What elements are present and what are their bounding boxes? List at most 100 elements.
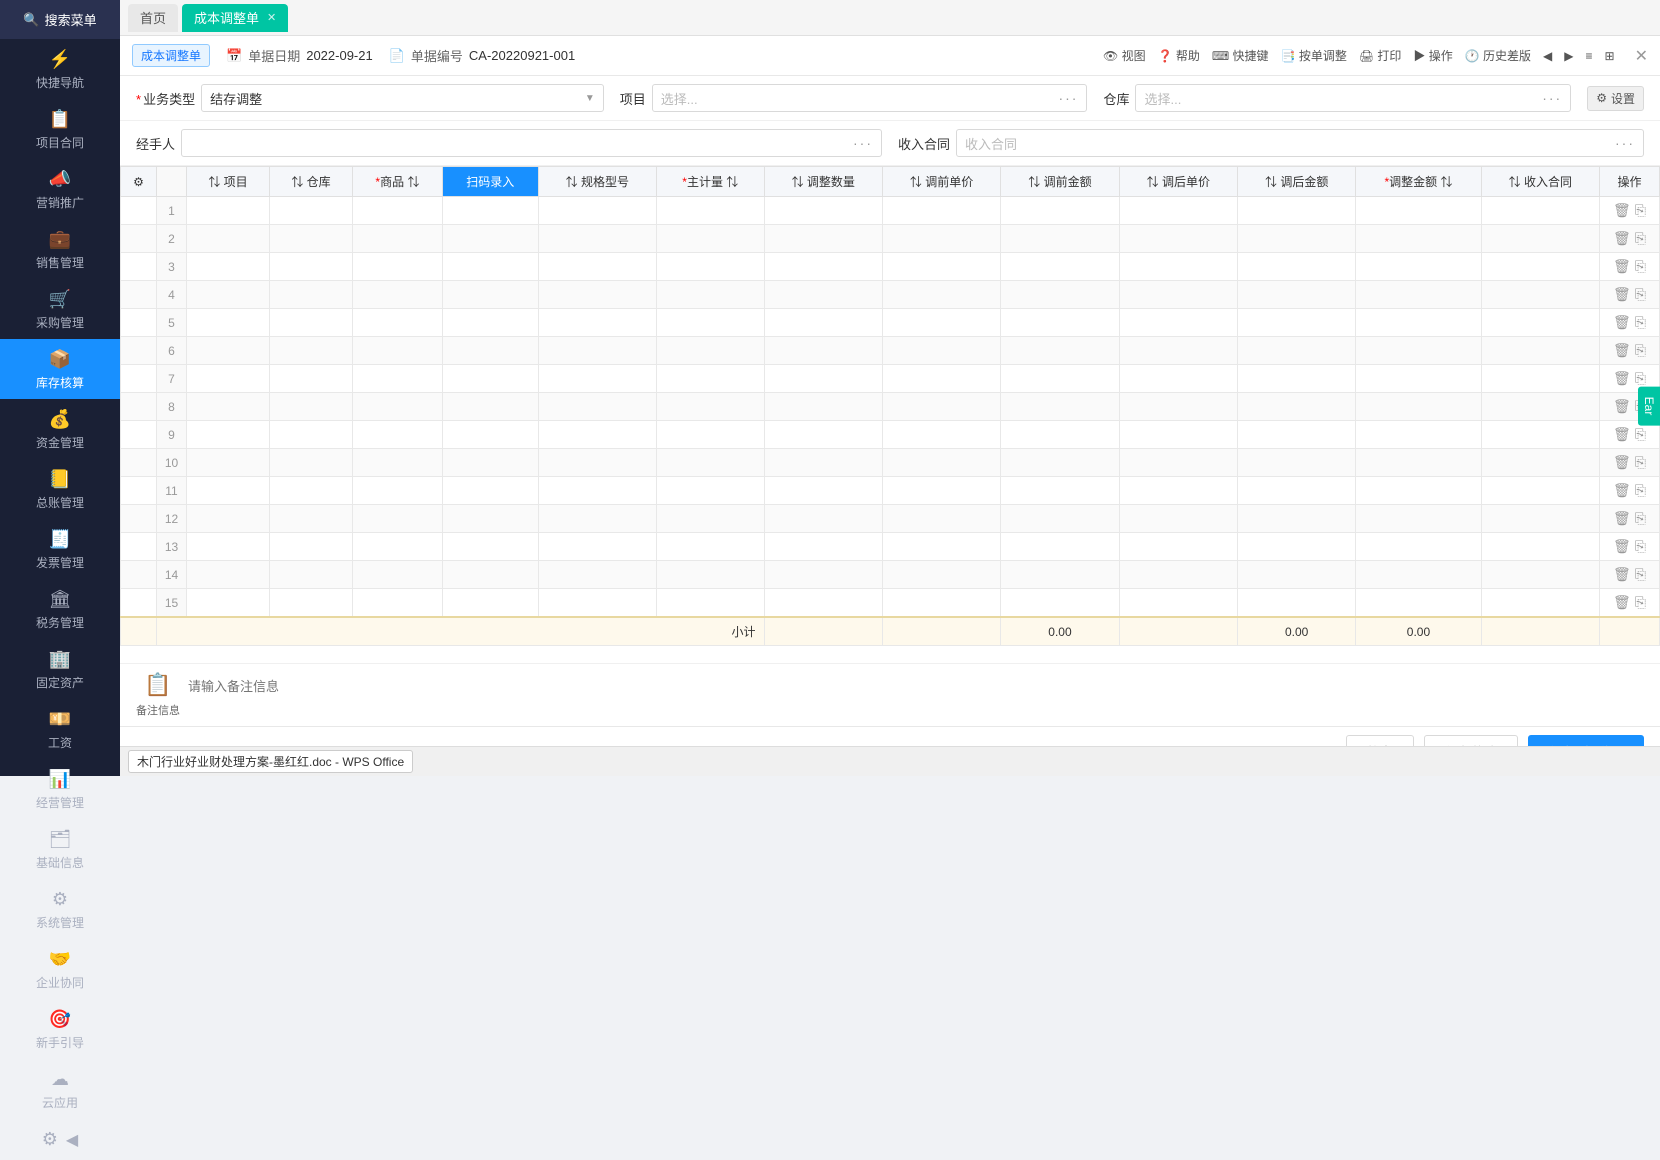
copy-icon[interactable]: ⎘ — [1635, 510, 1646, 527]
copy-icon[interactable]: ⎘ — [1635, 342, 1646, 359]
cell-adjust_qty[interactable] — [764, 393, 882, 421]
cell-prev_amount[interactable] — [1001, 449, 1119, 477]
cell-adjust_amount[interactable] — [1356, 309, 1481, 337]
cell-scan[interactable] — [442, 449, 538, 477]
cell-product[interactable] — [353, 309, 443, 337]
cell-warehouse[interactable] — [270, 589, 353, 618]
cell-income_contract[interactable] — [1481, 589, 1599, 618]
sidebar-item-purchase-management[interactable]: 🛒 采购管理 — [0, 279, 120, 339]
cell-prev_amount[interactable] — [1001, 253, 1119, 281]
cell-project[interactable] — [187, 505, 270, 533]
cell-prev_amount[interactable] — [1001, 197, 1119, 225]
cell-project[interactable] — [187, 365, 270, 393]
cell-income_contract[interactable] — [1481, 253, 1599, 281]
settings-bottom-icon[interactable]: ⚙ — [42, 1129, 58, 1150]
cell-prev_amount[interactable] — [1001, 393, 1119, 421]
cell-adjust_qty[interactable] — [764, 477, 882, 505]
delete-icon[interactable]: 🗑 — [1613, 342, 1631, 359]
cell-after_amount[interactable] — [1238, 253, 1356, 281]
notes-input[interactable] — [188, 672, 1644, 710]
action-help[interactable]: ❓ 帮助 — [1158, 47, 1200, 64]
cell-warehouse[interactable] — [270, 561, 353, 589]
col-warehouse[interactable]: ⇅ 仓库 — [270, 167, 353, 197]
delete-icon[interactable]: 🗑 — [1613, 258, 1631, 275]
cell-project[interactable] — [187, 561, 270, 589]
cell-prev_amount[interactable] — [1001, 281, 1119, 309]
cell-warehouse[interactable] — [270, 365, 353, 393]
cell-warehouse[interactable] — [270, 393, 353, 421]
cell-unit[interactable] — [657, 365, 765, 393]
cell-scan[interactable] — [442, 505, 538, 533]
cell-warehouse[interactable] — [270, 337, 353, 365]
sidebar-item-cloud-apps[interactable]: ☁ 云应用 — [0, 1059, 120, 1119]
cell-income_contract[interactable] — [1481, 533, 1599, 561]
cell-adjust_amount[interactable] — [1356, 589, 1481, 618]
cell-scan[interactable] — [442, 225, 538, 253]
delete-icon[interactable]: 🗑 — [1613, 510, 1631, 527]
cell-scan[interactable] — [442, 197, 538, 225]
cell-product[interactable] — [353, 393, 443, 421]
cell-after_amount[interactable] — [1238, 225, 1356, 253]
cell-adjust_amount[interactable] — [1356, 477, 1481, 505]
cell-spec[interactable] — [538, 253, 656, 281]
cell-after_amount[interactable] — [1238, 309, 1356, 337]
delete-icon[interactable]: 🗑 — [1613, 538, 1631, 555]
col-income-contract[interactable]: ⇅ 收入合同 — [1481, 167, 1599, 197]
cell-project[interactable] — [187, 477, 270, 505]
cell-product[interactable] — [353, 561, 443, 589]
cell-after_unit_price[interactable] — [1119, 421, 1237, 449]
col-project[interactable]: ⇅ 项目 — [187, 167, 270, 197]
cell-warehouse[interactable] — [270, 225, 353, 253]
cell-after_unit_price[interactable] — [1119, 365, 1237, 393]
col-product[interactable]: *商品 ⇅ — [353, 167, 443, 197]
cell-spec[interactable] — [538, 197, 656, 225]
nav-prev[interactable]: ◀ — [1543, 49, 1552, 63]
cell-adjust_amount[interactable] — [1356, 533, 1481, 561]
cell-prev_amount[interactable] — [1001, 505, 1119, 533]
cell-adjust_amount[interactable] — [1356, 505, 1481, 533]
delete-icon[interactable]: 🗑 — [1613, 566, 1631, 583]
cell-prev_amount[interactable] — [1001, 589, 1119, 618]
cell-prev_unit_price[interactable] — [882, 449, 1000, 477]
cell-spec[interactable] — [538, 589, 656, 618]
cell-product[interactable] — [353, 477, 443, 505]
cell-after_unit_price[interactable] — [1119, 561, 1237, 589]
cell-adjust_qty[interactable] — [764, 281, 882, 309]
tab-close-icon[interactable]: ✕ — [267, 11, 276, 24]
sidebar-item-sales-management[interactable]: 💼 销售管理 — [0, 219, 120, 279]
right-panel-tab[interactable]: Ear — [1638, 387, 1660, 426]
cell-after_amount[interactable] — [1238, 365, 1356, 393]
cell-project[interactable] — [187, 393, 270, 421]
cell-product[interactable] — [353, 505, 443, 533]
cell-prev_unit_price[interactable] — [882, 309, 1000, 337]
cell-adjust_qty[interactable] — [764, 589, 882, 618]
cell-unit[interactable] — [657, 561, 765, 589]
sidebar-search[interactable]: 🔍 搜索菜单 — [0, 0, 120, 39]
cell-warehouse[interactable] — [270, 505, 353, 533]
cell-project[interactable] — [187, 281, 270, 309]
copy-icon[interactable]: ⎘ — [1635, 482, 1646, 499]
cell-warehouse[interactable] — [270, 421, 353, 449]
sidebar-item-salary[interactable]: 💴 工资 — [0, 699, 120, 759]
cell-adjust_amount[interactable] — [1356, 449, 1481, 477]
cell-unit[interactable] — [657, 253, 765, 281]
cell-income_contract[interactable] — [1481, 337, 1599, 365]
cell-adjust_amount[interactable] — [1356, 393, 1481, 421]
cell-after_unit_price[interactable] — [1119, 393, 1237, 421]
cell-after_amount[interactable] — [1238, 449, 1356, 477]
cell-adjust_amount[interactable] — [1356, 365, 1481, 393]
cell-spec[interactable] — [538, 533, 656, 561]
delete-icon[interactable]: 🗑 — [1613, 398, 1631, 415]
cell-project[interactable] — [187, 421, 270, 449]
cell-after_unit_price[interactable] — [1119, 337, 1237, 365]
cell-after_amount[interactable] — [1238, 421, 1356, 449]
copy-icon[interactable]: ⎘ — [1635, 426, 1646, 443]
cell-project[interactable] — [187, 337, 270, 365]
cell-adjust_qty[interactable] — [764, 253, 882, 281]
cell-after_unit_price[interactable] — [1119, 309, 1237, 337]
cell-spec[interactable] — [538, 505, 656, 533]
cell-income_contract[interactable] — [1481, 421, 1599, 449]
cell-adjust_qty[interactable] — [764, 421, 882, 449]
cell-after_amount[interactable] — [1238, 533, 1356, 561]
tab-cost-adjust[interactable]: 成本调整单 ✕ — [182, 4, 288, 32]
